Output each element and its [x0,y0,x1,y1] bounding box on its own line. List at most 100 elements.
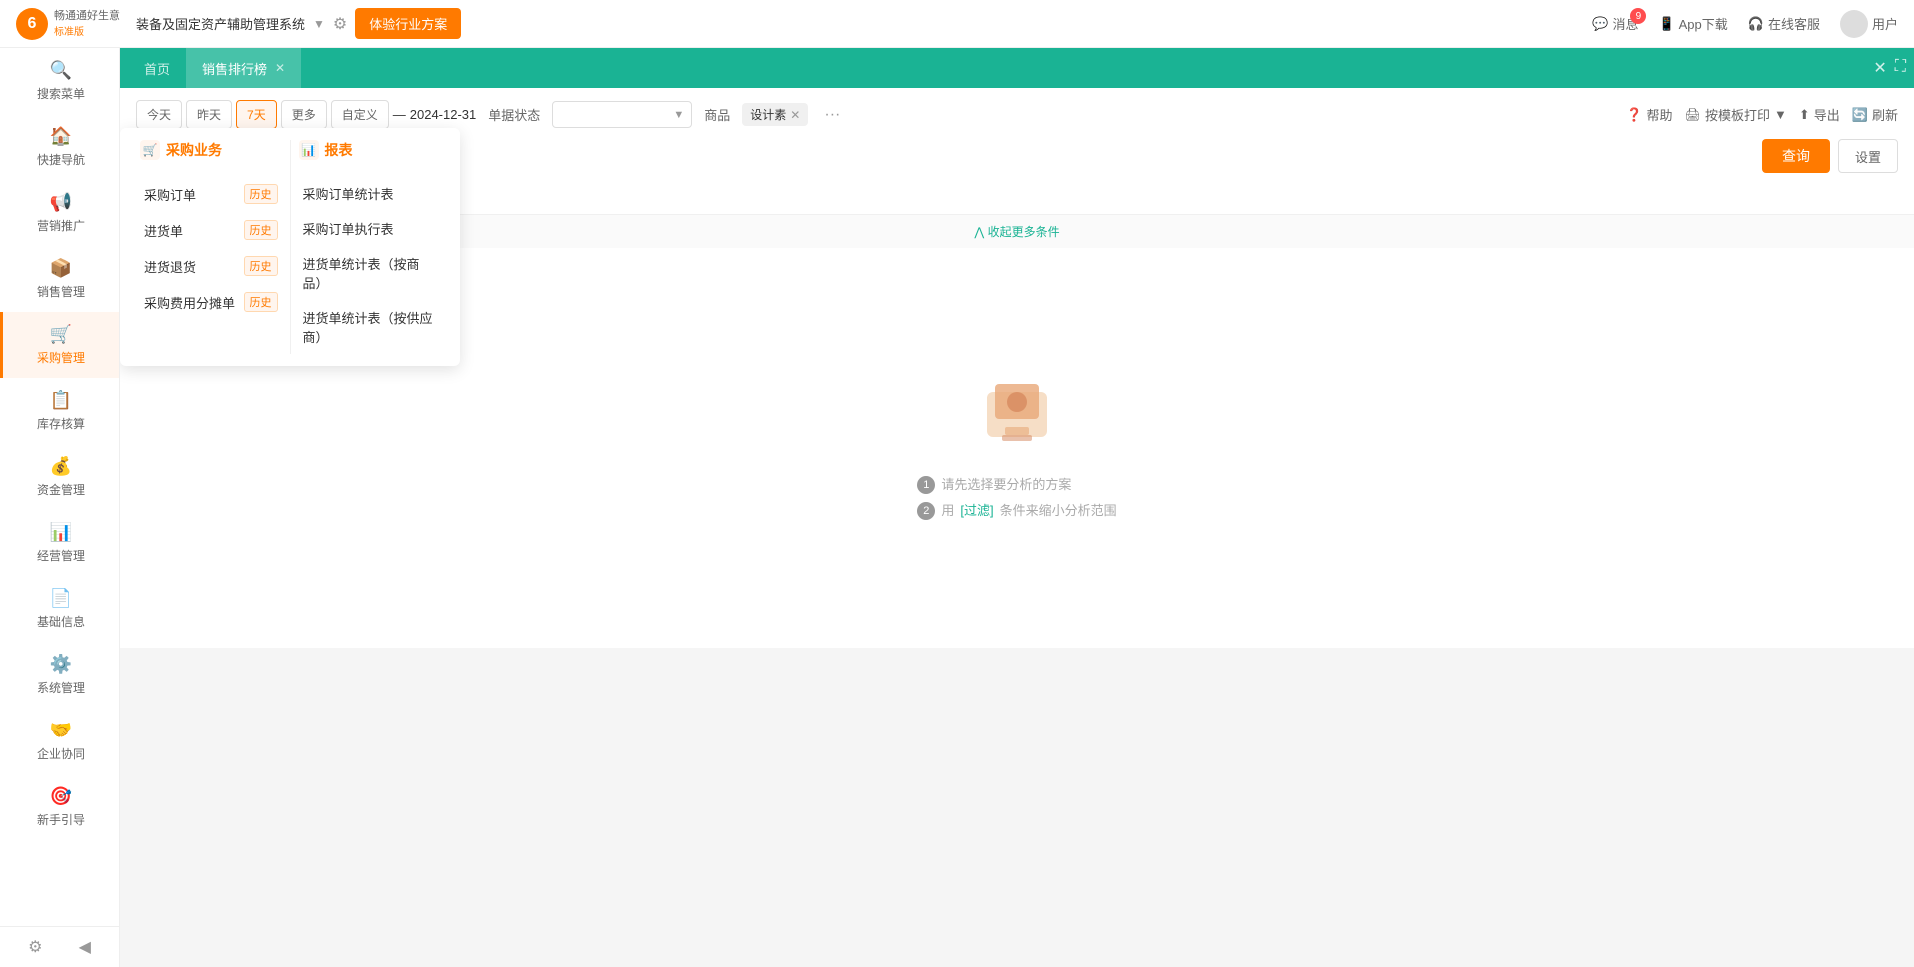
tab-close-all-icon[interactable]: ✕ [1873,58,1886,78]
headset-icon: 🎧 [1748,16,1764,32]
menu-item-purchase-order[interactable]: 采购订单 历史 [140,176,282,212]
date-end-value: 2024-12-31 [410,107,477,122]
sidebar-label-navigation: 快捷导航 [37,151,85,168]
sidebar-item-purchase[interactable]: 🛒 采购管理 [0,312,119,378]
tab-sales-ranking[interactable]: 销售排行榜 ✕ [186,48,301,88]
sidebar: 🔍 搜索菜单 🏠 快捷导航 📢 营销推广 📦 销售管理 🛒 采购管理 📋 库存核… [0,48,120,967]
menu-item-purchase-return[interactable]: 进货退货 历史 [140,248,282,284]
sidebar-item-guide[interactable]: 🎯 新手引导 [0,774,119,840]
online-service-label: 在线客服 [1768,14,1820,33]
date-btn-more[interactable]: 更多 [281,100,327,129]
report-order-stat-label: 采购订单统计表 [303,184,394,203]
purchase-return-history-tag: 历史 [244,256,278,276]
online-service-item[interactable]: 🎧 在线客服 [1748,14,1820,33]
refresh-btn[interactable]: 🔄 刷新 [1852,105,1898,124]
tab-close-icon[interactable]: ✕ [275,61,285,75]
tab-home[interactable]: 首页 [128,48,186,88]
voucher-status-select[interactable] [552,101,692,128]
sidebar-item-search[interactable]: 🔍 搜索菜单 [0,48,119,114]
menu-item-report-inbound-goods[interactable]: 进货单统计表（按商品） [299,246,441,300]
goods-tag-value: 设计素 [750,106,786,123]
help-icon: ❓ [1626,107,1642,123]
date-btn-custom[interactable]: 自定义 [331,100,389,129]
basicinfo-icon: 📄 [50,588,72,609]
system-title: 装备及固定资产辅助管理系统 [136,14,305,33]
app-download-item[interactable]: 📱 App下载 [1658,14,1727,33]
collapse-label: 收起更多条件 [988,225,1060,239]
marketing-icon: 📢 [50,192,72,213]
guide-icon: 🎯 [50,786,72,807]
help-btn[interactable]: ❓ 帮助 [1626,105,1672,124]
refresh-icon: 🔄 [1852,107,1868,123]
sidebar-bottom: ⚙ ◀ [0,926,119,967]
sidebar-item-operation[interactable]: 📊 经营管理 [0,510,119,576]
toolbar-right: ❓ 帮助 🖨 按模板打印 ▼ ⬆ 导出 [1626,105,1898,124]
report-order-exec-label: 采购订单执行表 [303,219,394,238]
sidebar-item-basicinfo[interactable]: 📄 基础信息 [0,576,119,642]
finance-icon: 💰 [50,456,72,477]
print-label: 按模板打印 [1705,105,1770,124]
export-btn[interactable]: ⬆ 导出 [1799,105,1840,124]
menu-item-purchase-fee[interactable]: 采购费用分摊单 历史 [140,284,282,320]
tab-bar-right: ✕ ⛶ [1873,58,1906,78]
search-btn[interactable]: 查询 [1762,139,1830,173]
report-menu-header: 📊 报表 [299,140,441,166]
set-btn[interactable]: 设置 [1838,139,1898,173]
settings-icon[interactable]: ⚙ [333,14,347,34]
sidebar-label-finance: 资金管理 [37,481,85,498]
date-btn-7days[interactable]: 7天 [236,100,277,129]
menu-item-report-order-stat[interactable]: 采购订单统计表 [299,176,441,211]
inventory-icon: 📋 [50,390,72,411]
tab-home-label: 首页 [144,59,170,78]
menu-item-purchase-inbound[interactable]: 进货单 历史 [140,212,282,248]
tab-sales-ranking-label: 销售排行榜 [202,59,267,78]
step2-suffix: 条件来缩小分析范围 [1000,498,1117,524]
purchase-order-label: 采购订单 [144,185,196,204]
collapse-up-icon: ⋀ [974,225,987,239]
empty-illustration [967,372,1067,452]
sidebar-item-system[interactable]: ⚙️ 系统管理 [0,642,119,708]
industry-btn[interactable]: 体验行业方案 [355,8,461,39]
system-title-area: 装备及固定资产辅助管理系统 ▼ ⚙ 体验行业方案 [136,8,1592,39]
purchase-order-history-tag: 历史 [244,184,278,204]
sidebar-item-marketing[interactable]: 📢 营销推广 [0,180,119,246]
sidebar-item-finance[interactable]: 💰 资金管理 [0,444,119,510]
date-btn-yesterday[interactable]: 昨天 [186,100,232,129]
menu-item-report-order-exec[interactable]: 采购订单执行表 [299,211,441,246]
sidebar-label-guide: 新手引导 [37,811,85,828]
sidebar-item-sales[interactable]: 📦 销售管理 [0,246,119,312]
sidebar-settings-icon[interactable]: ⚙ [28,937,42,957]
goods-label: 商品 [704,105,730,124]
print-icon: 🖨 [1684,107,1701,123]
user-avatar [1840,10,1868,38]
date-separator: — [393,107,406,122]
sidebar-label-operation: 经营管理 [37,547,85,564]
dropdown-menu: 🛒 采购业务 采购订单 历史 进货单 历史 进货退货 历史 [120,128,460,366]
goods-tag: 设计素 ✕ [742,103,808,126]
logo-area: 6 畅通通好生意 标准版 [16,8,136,40]
sidebar-collapse-icon[interactable]: ◀ [79,937,91,957]
sidebar-item-navigation[interactable]: 🏠 快捷导航 [0,114,119,180]
date-btn-today[interactable]: 今天 [136,100,182,129]
sidebar-label-inventory: 库存核算 [37,415,85,432]
tab-bar: 首页 销售排行榜 ✕ ✕ ⛶ [120,48,1914,88]
sidebar-item-collab[interactable]: 🤝 企业协同 [0,708,119,774]
system-dropdown-arrow[interactable]: ▼ [313,17,325,31]
sidebar-label-collab: 企业协同 [37,745,85,762]
print-btn[interactable]: 🖨 按模板打印 ▼ [1684,105,1786,124]
step2-highlight: [过滤] [960,498,993,524]
tab-fullscreen-icon[interactable]: ⛶ [1895,58,1906,78]
message-item[interactable]: 💬 9 消息 [1592,14,1638,33]
menu-item-report-inbound-supplier[interactable]: 进货单统计表（按供应商） [299,300,441,354]
goods-dots[interactable]: ··· [824,106,840,124]
goods-tag-close[interactable]: ✕ [790,108,800,122]
content-area: 首页 销售排行榜 ✕ ✕ ⛶ 🛒 采购业务 采 [120,48,1914,967]
sidebar-item-inventory[interactable]: 📋 库存核算 [0,378,119,444]
help-label: 帮助 [1646,105,1672,124]
report-inbound-goods-label: 进货单统计表（按商品） [303,254,437,292]
step2-num: 2 [917,502,935,520]
report-menu-column: 📊 报表 采购订单统计表 采购订单执行表 进货单统计表（按商品） 进货单统计表（… [290,140,449,354]
user-item[interactable]: 用户 [1840,10,1898,38]
top-header: 6 畅通通好生意 标准版 装备及固定资产辅助管理系统 ▼ ⚙ 体验行业方案 💬 … [0,0,1914,48]
step1-num: 1 [917,476,935,494]
